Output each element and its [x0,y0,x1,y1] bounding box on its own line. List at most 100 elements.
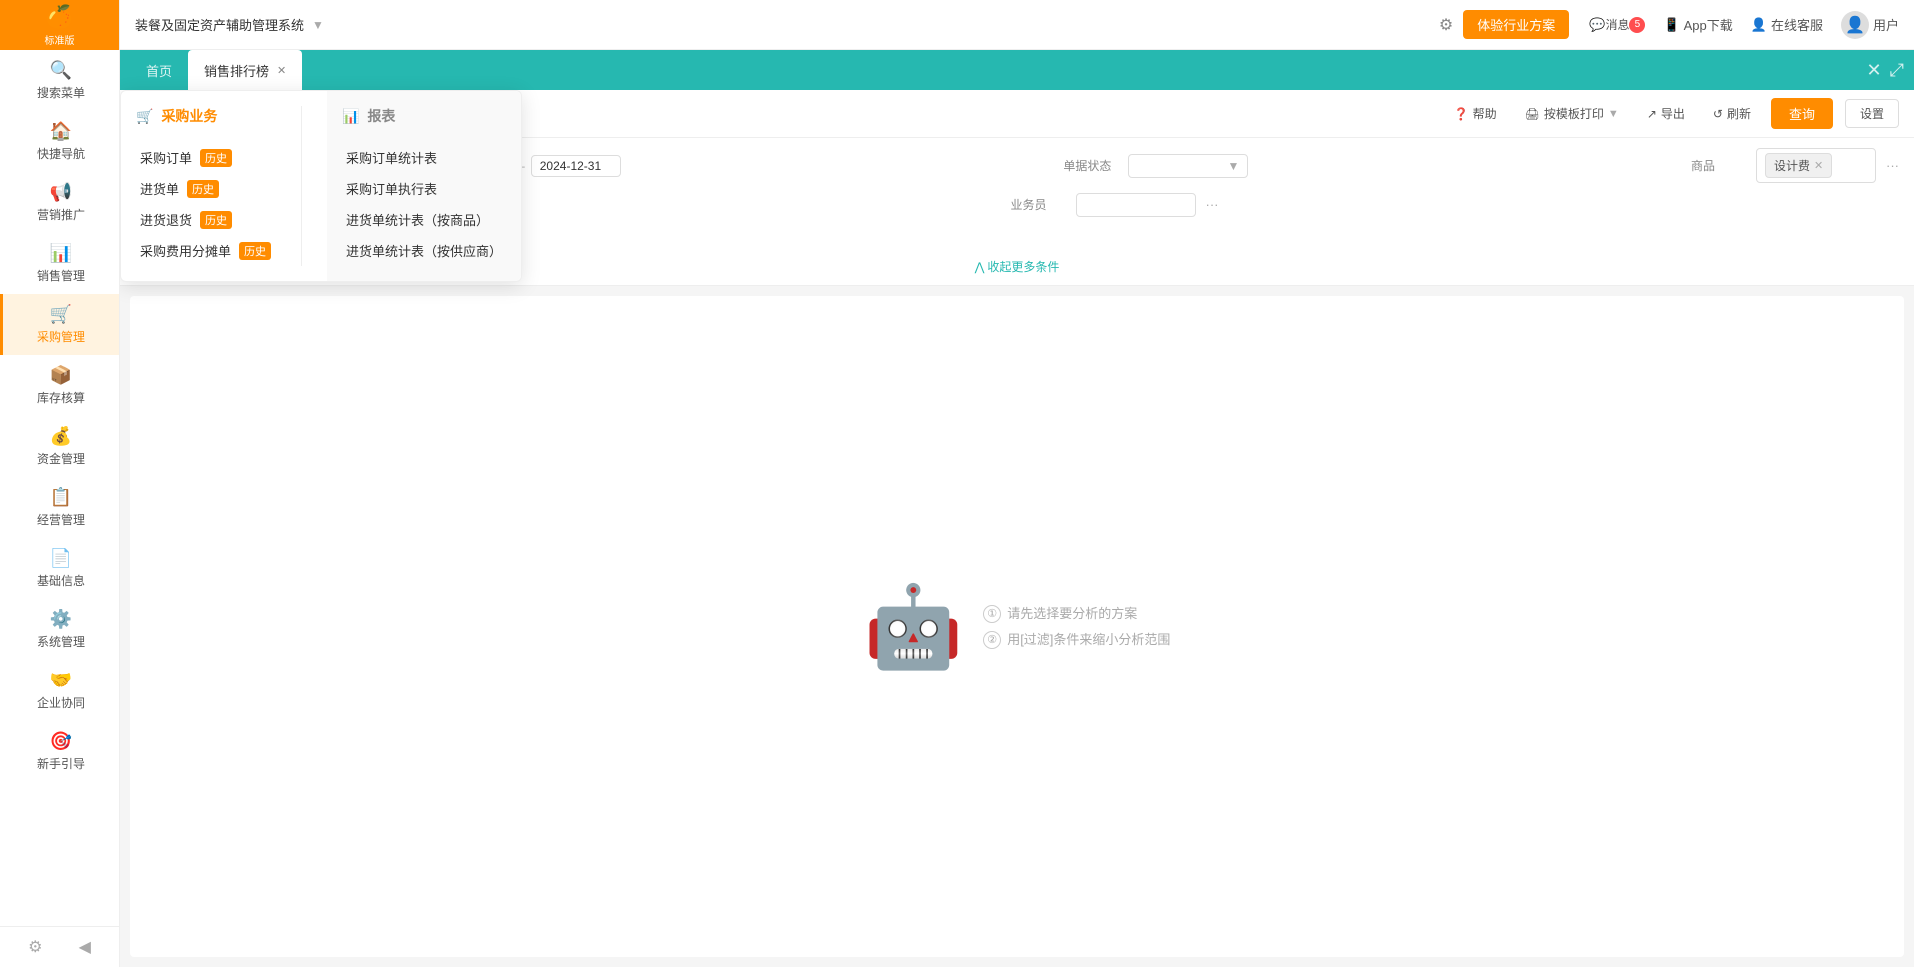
dropdown-item-purchase-order[interactable]: 采购订单 历史 [136,142,276,173]
tab-sales-rank[interactable]: 销售排行榜 ✕ [188,50,302,90]
sidebar-item-guide[interactable]: 🎯 新手引导 [0,721,119,782]
sidebar-item-finance[interactable]: 💰 资金管理 [0,416,119,477]
app-download-button[interactable]: 📱 App下载 [1663,15,1732,34]
dropdown-item-purchase-order-stat[interactable]: 采购订单统计表 [342,142,506,173]
purchase-expense-history-badge: 历史 [239,242,271,260]
purchase-business-icon: 🛒 [136,108,153,125]
doc-status-value [1137,159,1223,173]
dropdown-item-purchase-order-exec[interactable]: 采购订单执行表 [342,173,506,204]
sidebar-item-marketing[interactable]: 📢 营销推广 [0,172,119,233]
tab-bar: 首页 销售排行榜 ✕ ✕ ⤢ 🛒 采购业务 采购订单 历史 进货单 [120,50,1914,90]
top-bar: 装餐及固定资产辅助管理系统 ▼ ⚙ 体验行业方案 💬 消息 5 📱 App下载 … [120,0,1914,50]
user-label: 用户 [1873,15,1899,34]
goods-filter-ellipsis[interactable]: ··· [1886,158,1899,173]
sidebar-item-sales[interactable]: 📊 销售管理 [0,233,119,294]
template-print-button[interactable]: 🖨 按模板打印 ▼ [1517,101,1627,126]
query-button[interactable]: 查询 [1771,98,1833,129]
doc-status-filter-label: 单据状态 [1063,157,1118,174]
sidebar-item-cooperation[interactable]: 🤝 企业协同 [0,660,119,721]
purchase-expense-label: 采购费用分摊单 [140,241,231,260]
purchase-order-history-badge: 历史 [200,149,232,167]
template-print-label: 按模板打印 [1544,105,1604,122]
tab-home[interactable]: 首页 [130,50,188,90]
app-title: 装餐及固定资产辅助管理系统 ▼ [135,15,1439,34]
main-area: 装餐及固定资产辅助管理系统 ▼ ⚙ 体验行业方案 💬 消息 5 📱 App下载 … [120,0,1914,967]
settings-button[interactable]: 设置 [1845,99,1899,128]
print-chevron-icon: ▼ [1608,108,1619,120]
logo-subtitle: 标准版 [45,32,75,47]
collapse-label: 收起更多条件 [987,258,1059,275]
help-icon: ❓ [1454,107,1469,121]
empty-step-2: ② 用[过滤]条件来缩小分析范围 [983,627,1170,653]
salesperson-select[interactable] [1076,193,1196,217]
sidebar-settings-button[interactable]: ⚙ [28,937,42,957]
sidebar-label-inventory: 库存核算 [37,389,85,406]
sidebar-label-sales: 销售管理 [37,267,85,284]
tab-home-label: 首页 [146,61,172,80]
sidebar-item-basic-info[interactable]: 📄 基础信息 [0,538,119,599]
title-chevron-icon: ▼ [312,18,324,32]
search-menu-icon: 🔍 [50,60,72,81]
date-to-input[interactable] [531,155,621,177]
report-icon: 📊 [342,108,359,125]
dropdown-item-goods-stat-by-supplier[interactable]: 进货单统计表（按供应商） [342,235,506,266]
sidebar-collapse-button[interactable]: ◀ [79,937,91,957]
goods-return-label: 进货退货 [140,210,192,229]
export-button[interactable]: ↗ 导出 [1639,101,1693,126]
salesperson-filter-label: 业务员 [1011,196,1066,213]
inventory-icon: 📦 [50,365,72,386]
dropdown-item-goods-receipt[interactable]: 进货单 历史 [136,173,276,204]
help-label: 帮助 [1473,105,1497,122]
goods-tag-remove-button[interactable]: ✕ [1814,159,1823,172]
industry-plan-button[interactable]: 体验行业方案 [1463,10,1569,39]
sidebar-item-purchase[interactable]: 🛒 采购管理 [0,294,119,355]
sidebar-label-marketing: 营销推广 [37,206,85,223]
sidebar-item-search[interactable]: 🔍 搜索菜单 [0,50,119,111]
empty-state-icon: 🤖 [864,580,964,674]
tab-bar-close-icon[interactable]: ✕ [1867,60,1882,81]
goods-tag-value: 设计费 [1774,157,1810,174]
report-title: 报表 [367,106,395,126]
empty-state: 🤖 ① 请先选择要分析的方案 ② 用[过滤]条件来缩小分析范围 [130,296,1904,957]
app-title-text: 装餐及固定资产辅助管理系统 [135,15,304,34]
purchase-icon: 🛒 [50,304,72,325]
goods-stat-by-product-label: 进货单统计表（按商品） [346,210,489,229]
goods-filter-label: 商品 [1691,157,1746,174]
sidebar: 🍊 标准版 🔍 搜索菜单 🏠 快捷导航 📢 营销推广 📊 销售管理 🛒 采购管理… [0,0,120,967]
basic-info-icon: 📄 [50,548,72,569]
purchase-business-col: 🛒 采购业务 采购订单 历史 进货单 历史 进货退货 历史 采购费用分摊单 [136,106,276,266]
doc-status-select[interactable]: ▼ [1128,154,1248,178]
guide-icon: 🎯 [50,731,72,752]
online-service-label: 在线客服 [1771,15,1823,34]
help-button[interactable]: ❓ 帮助 [1446,101,1505,126]
collapse-up-icon: ⋀ [975,260,985,274]
goods-select[interactable]: 设计费 ✕ [1756,148,1876,183]
tab-sales-rank-close[interactable]: ✕ [277,64,286,77]
sidebar-item-operation[interactable]: 📋 经营管理 [0,477,119,538]
message-icon: 💬 [1589,17,1605,33]
sidebar-label-quick-nav: 快捷导航 [37,145,85,162]
online-service-button[interactable]: 👤 在线客服 [1751,15,1823,34]
goods-receipt-history-badge: 历史 [187,180,219,198]
operation-icon: 📋 [50,487,72,508]
refresh-button[interactable]: ↺ 刷新 [1705,101,1759,126]
user-button[interactable]: 👤 用户 [1841,11,1899,39]
dropdown-item-purchase-expense[interactable]: 采购费用分摊单 历史 [136,235,276,266]
purchase-order-stat-label: 采购订单统计表 [346,148,437,167]
marketing-icon: 📢 [50,182,72,203]
dropdown-divider [301,106,302,266]
salesperson-ellipsis[interactable]: ··· [1206,197,1219,212]
sidebar-item-quick-nav[interactable]: 🏠 快捷导航 [0,111,119,172]
dropdown-item-goods-return[interactable]: 进货退货 历史 [136,204,276,235]
cooperation-icon: 🤝 [50,670,72,691]
goods-return-history-badge: 历史 [200,211,232,229]
export-label: 导出 [1661,105,1685,122]
purchase-dropdown-menu: 🛒 采购业务 采购订单 历史 进货单 历史 进货退货 历史 采购费用分摊单 [120,90,522,282]
top-bar-gear-icon[interactable]: ⚙ [1439,15,1453,35]
salesperson-value [1085,198,1187,212]
message-button[interactable]: 💬 消息 5 [1589,16,1645,33]
sidebar-item-system[interactable]: ⚙️ 系统管理 [0,599,119,660]
dropdown-item-goods-stat-by-product[interactable]: 进货单统计表（按商品） [342,204,506,235]
tab-bar-expand-icon[interactable]: ⤢ [1890,60,1904,81]
sidebar-item-inventory[interactable]: 📦 库存核算 [0,355,119,416]
